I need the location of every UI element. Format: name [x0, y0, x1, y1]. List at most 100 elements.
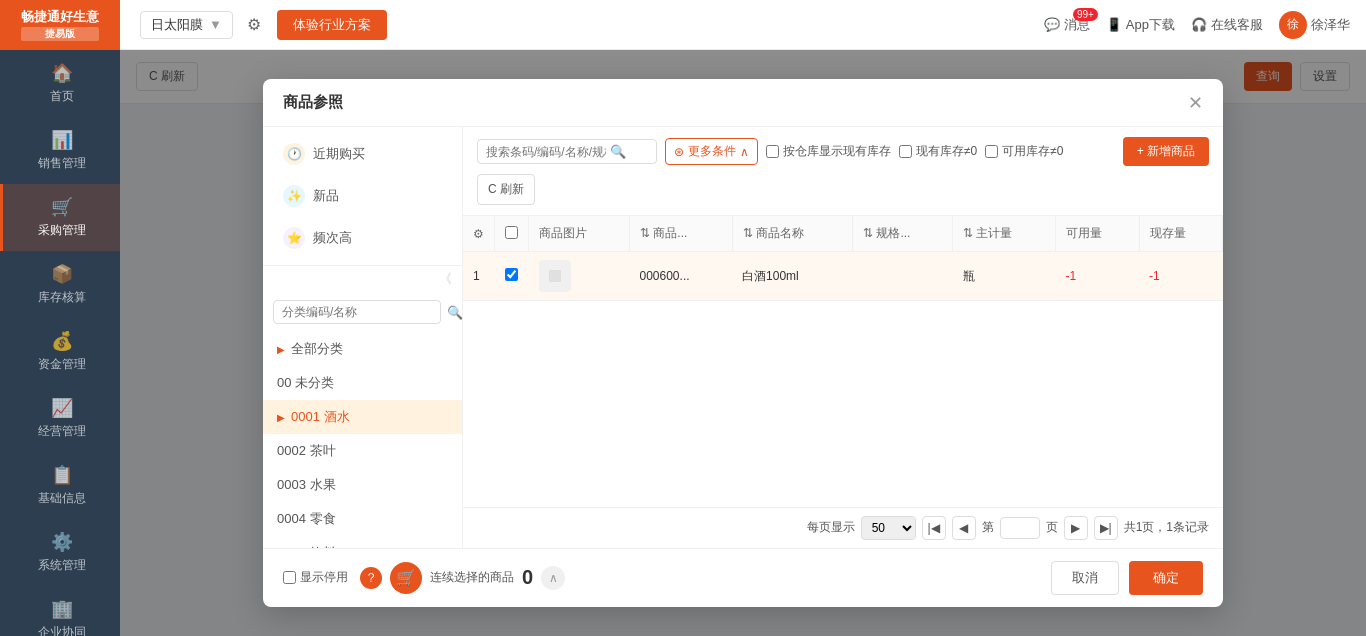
- sidebar-item-inventory[interactable]: 📦 库存核算: [0, 251, 120, 318]
- sidebar-item-base[interactable]: 📋 基础信息: [0, 452, 120, 519]
- first-page-button[interactable]: |◀: [922, 516, 946, 540]
- sidebar-item-purchase[interactable]: 🛒 采购管理: [0, 184, 120, 251]
- sidebar-item-business[interactable]: 📈 经营管理: [0, 385, 120, 452]
- store-selector[interactable]: 日太阳膜 ▼: [140, 11, 233, 39]
- quick-new[interactable]: ✨ 新品: [273, 179, 452, 213]
- cart-icon[interactable]: 🛒: [390, 562, 422, 594]
- category-c0003[interactable]: 0003 水果: [263, 468, 462, 502]
- product-search-icon[interactable]: 🔍: [610, 144, 626, 159]
- sidebar-item-home[interactable]: 🏠 首页: [0, 50, 120, 117]
- collapse-toggle[interactable]: 《: [263, 266, 462, 292]
- messages-nav[interactable]: 💬 消息 99+: [1044, 16, 1090, 34]
- sidebar: 🏠 首页 📊 销售管理 🛒 采购管理 📦 库存核算 💰 资金管理 📈 经营管理 …: [0, 50, 120, 636]
- product-thumbnail: [539, 260, 571, 292]
- settings-icon[interactable]: ⚙: [243, 11, 265, 38]
- page-size-label: 每页显示: [807, 519, 855, 536]
- checkbox-avail-label: 可用库存≠0: [1002, 143, 1063, 160]
- category-c0003-label: 0003 水果: [277, 476, 336, 494]
- sort-icon-name: ⇅: [743, 226, 753, 240]
- cta-button[interactable]: 体验行业方案: [277, 10, 387, 40]
- table-row[interactable]: 1: [463, 252, 1223, 301]
- modal-close-button[interactable]: ✕: [1188, 94, 1203, 112]
- cancel-button[interactable]: 取消: [1051, 561, 1119, 595]
- add-product-button[interactable]: + 新增商品: [1123, 137, 1209, 166]
- sidebar-item-finance[interactable]: 💰 资金管理: [0, 318, 120, 385]
- sidebar-label-system: 系统管理: [38, 557, 86, 574]
- col-settings[interactable]: ⚙: [463, 216, 495, 252]
- checkbox-warehouse[interactable]: 按仓库显示现有库存: [766, 143, 891, 160]
- row-select-checkbox[interactable]: [505, 268, 518, 281]
- prev-page-button[interactable]: ◀: [952, 516, 976, 540]
- sidebar-item-system[interactable]: ⚙️ 系统管理: [0, 519, 120, 586]
- toolbar: 🔍 ⊛ 更多条件 ∧ 按仓库显示现有库存: [463, 127, 1223, 216]
- category-c00[interactable]: 00 未分类: [263, 366, 462, 400]
- col-name[interactable]: ⇅ 商品名称: [732, 216, 853, 252]
- recent-label: 近期购买: [313, 145, 365, 163]
- category-search-icon[interactable]: 🔍: [447, 305, 463, 320]
- last-page-button[interactable]: ▶|: [1094, 516, 1118, 540]
- row-stock: -1: [1139, 252, 1222, 301]
- chevron-up-icon: ∧: [740, 145, 749, 159]
- checkbox-stock-input[interactable]: [899, 145, 912, 158]
- service-label: 在线客服: [1211, 16, 1263, 34]
- page-input[interactable]: 1: [1000, 517, 1040, 539]
- page-label: 第: [982, 519, 994, 536]
- sidebar-label-finance: 资金管理: [38, 356, 86, 373]
- store-name: 日太阳膜: [151, 16, 203, 34]
- row-spec: [853, 252, 953, 301]
- col-spec[interactable]: ⇅ 规格...: [853, 216, 953, 252]
- user-menu[interactable]: 徐 徐泽华: [1279, 11, 1350, 39]
- sidebar-label-inventory: 库存核算: [38, 289, 86, 306]
- online-service-nav[interactable]: 🎧 在线客服: [1191, 16, 1263, 34]
- col-checkbox: [495, 216, 529, 252]
- top-right-nav: 💬 消息 99+ 📱 App下载 🎧 在线客服 徐 徐泽华: [1044, 11, 1350, 39]
- show-disabled-wrap[interactable]: 显示停用: [283, 569, 348, 586]
- chevron-up-button[interactable]: ∧: [541, 566, 565, 590]
- app-download-nav[interactable]: 📱 App下载: [1106, 16, 1175, 34]
- more-filter-button[interactable]: ⊛ 更多条件 ∧: [665, 138, 758, 165]
- checkbox-avail-neq0[interactable]: 可用库存≠0: [985, 143, 1063, 160]
- category-c0005[interactable]: 0005 饮料: [263, 536, 462, 547]
- col-code[interactable]: ⇅ 商品...: [630, 216, 733, 252]
- col-available[interactable]: 可用量: [1056, 216, 1139, 252]
- select-all-checkbox[interactable]: [505, 226, 518, 239]
- checkbox-warehouse-input[interactable]: [766, 145, 779, 158]
- category-search-input[interactable]: [273, 300, 441, 324]
- sort-icon-unit: ⇅: [963, 226, 973, 240]
- page-size-select[interactable]: 50 100 200: [861, 516, 916, 540]
- sidebar-item-sales[interactable]: 📊 销售管理: [0, 117, 120, 184]
- content-area: C 刷新 查询 设置 商品参照 ✕: [120, 50, 1366, 636]
- footer-cart-area: ? 🛒 连续选择的商品 0 ∧: [360, 562, 565, 594]
- category-all[interactable]: ▶ 全部分类: [263, 332, 462, 366]
- col-stock[interactable]: 现存量: [1139, 216, 1222, 252]
- row-available: -1: [1056, 252, 1139, 301]
- active-arrow-icon: ▶: [277, 412, 285, 423]
- cart-label: 连续选择的商品: [430, 569, 514, 586]
- refresh-button[interactable]: C 刷新: [477, 174, 535, 205]
- sidebar-item-enterprise[interactable]: 🏢 企业协同: [0, 586, 120, 636]
- category-c0002[interactable]: 0002 茶叶: [263, 434, 462, 468]
- new-icon: ✨: [283, 185, 305, 207]
- quick-frequent[interactable]: ⭐ 频次高: [273, 221, 452, 255]
- confirm-button[interactable]: 确定: [1129, 561, 1203, 595]
- column-settings-icon[interactable]: ⚙: [473, 227, 484, 241]
- row-num: 1: [463, 252, 495, 301]
- row-unit: 瓶: [953, 252, 1056, 301]
- category-c0001[interactable]: ▶ 0001 酒水: [263, 400, 462, 434]
- modal-overlay: 商品参照 ✕ 🕐 近期购买 ✨ 新: [120, 50, 1366, 636]
- arrow-icon: ▶: [277, 344, 285, 355]
- modal-title: 商品参照: [283, 93, 343, 112]
- next-page-button[interactable]: ▶: [1064, 516, 1088, 540]
- col-image: 商品图片: [529, 216, 630, 252]
- help-icon[interactable]: ?: [360, 567, 382, 589]
- product-search-input[interactable]: [486, 145, 606, 159]
- category-c0001-label: 0001 酒水: [291, 408, 350, 426]
- cart-count: 0: [522, 566, 533, 589]
- category-c0004[interactable]: 0004 零食: [263, 502, 462, 536]
- checkbox-avail-input[interactable]: [985, 145, 998, 158]
- checkbox-stock-neq0[interactable]: 现有库存≠0: [899, 143, 977, 160]
- col-unit[interactable]: ⇅ 主计量: [953, 216, 1056, 252]
- show-disabled-checkbox[interactable]: [283, 571, 296, 584]
- quick-recent[interactable]: 🕐 近期购买: [273, 137, 452, 171]
- row-checkbox[interactable]: [495, 252, 529, 301]
